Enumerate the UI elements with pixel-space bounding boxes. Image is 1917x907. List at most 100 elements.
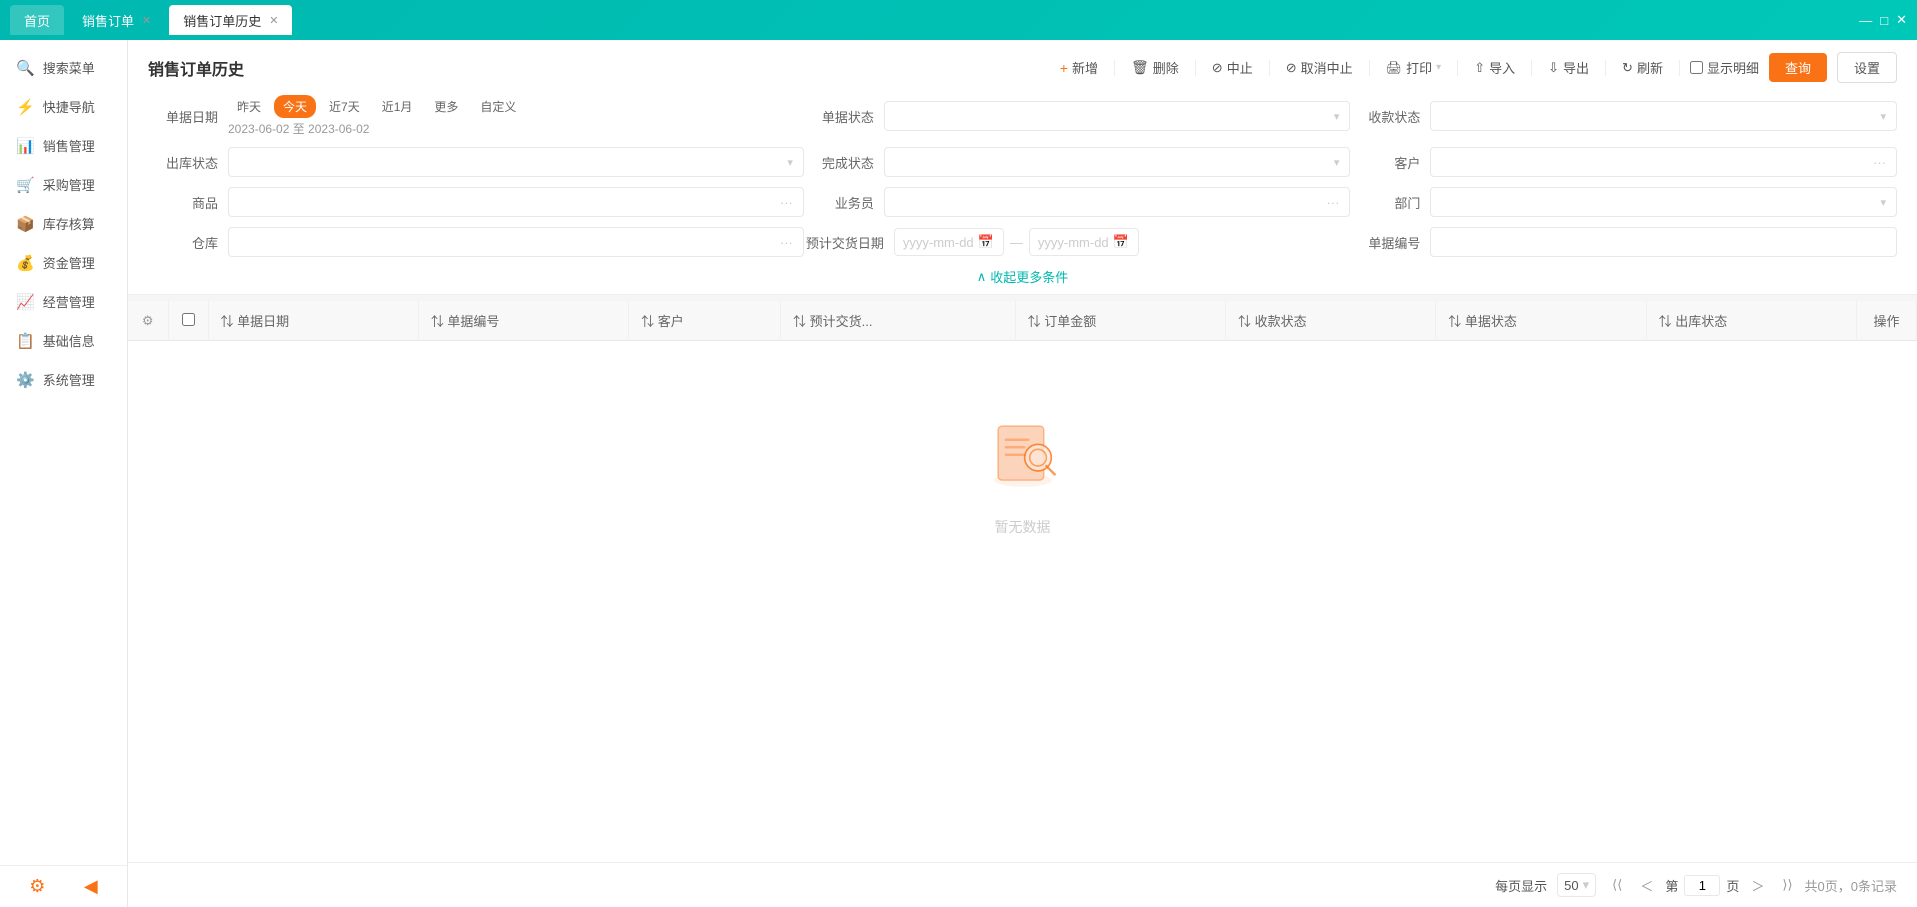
th-bill-no[interactable]: ⇅ 单据编号	[418, 301, 628, 341]
stop-button[interactable]: ⊘ 中止	[1206, 54, 1259, 81]
new-button[interactable]: + 新增	[1054, 54, 1104, 81]
page-size-arrow: ▾	[1583, 877, 1590, 893]
date-tag-custom[interactable]: 自定义	[471, 95, 525, 118]
expected-date-to[interactable]: yyyy-mm-dd 📅	[1029, 228, 1139, 256]
filter-col-complete-status: 完成状态 ▾	[804, 147, 1351, 177]
th-order-amount[interactable]: ⇅ 订单金额	[1015, 301, 1225, 341]
print-icon: 🖨	[1386, 60, 1403, 76]
window-minimize[interactable]: —	[1859, 13, 1872, 28]
table-header: ⚙ ⇅ 单据日期 ⇅ 单据编号 ⇅ 客户	[128, 301, 1917, 341]
display-cols-checkbox-label[interactable]: 显示明细	[1690, 58, 1759, 77]
tab-sales-order-close[interactable]: ✕	[142, 14, 151, 27]
sidebar-item-sales-mgmt[interactable]: 📊 销售管理	[0, 126, 127, 165]
import-label: 导入	[1489, 58, 1515, 77]
sidebar-item-operations[interactable]: 📈 经营管理	[0, 282, 127, 321]
th-receipt-status-label: ⇅ 收款状态	[1238, 314, 1307, 329]
bill-status-label: 单据状态	[804, 107, 884, 126]
filter-col-receipt-status: 收款状态 ▾	[1350, 101, 1897, 131]
complete-status-select[interactable]: ▾	[884, 147, 1351, 177]
first-page-button[interactable]: ⟨⟨	[1606, 875, 1628, 895]
sidebar-item-inventory[interactable]: 📦 库存核算	[0, 204, 127, 243]
sidebar-collapse-icon[interactable]: ◀	[84, 876, 98, 897]
divider-2	[1195, 60, 1196, 76]
date-tag-7days[interactable]: 近7天	[320, 95, 369, 118]
th-settings[interactable]: ⚙	[128, 301, 168, 341]
th-bill-date[interactable]: ⇅ 单据日期	[208, 301, 418, 341]
sidebar-item-search-menu[interactable]: 🔍 搜索菜单	[0, 48, 127, 87]
sidebar-item-basic-info[interactable]: 📋 基础信息	[0, 321, 127, 360]
settings-gear-icon[interactable]: ⚙	[142, 313, 154, 328]
sidebar-item-finance[interactable]: 💰 资金管理	[0, 243, 127, 282]
customer-input[interactable]: ···	[1430, 147, 1897, 177]
refresh-icon: ↻	[1622, 60, 1633, 76]
print-button[interactable]: 🖨 打印 ▾	[1380, 54, 1448, 81]
tab-sales-order[interactable]: 销售订单 ✕	[68, 5, 165, 35]
window-maximize[interactable]: □	[1880, 13, 1888, 28]
complete-status-arrow: ▾	[1334, 156, 1340, 169]
product-input[interactable]: ···	[228, 187, 804, 217]
divider-8	[1679, 60, 1680, 76]
page-size-select[interactable]: 50 ▾	[1557, 873, 1596, 897]
collapse-button[interactable]: ∧ 收起更多条件	[977, 267, 1069, 286]
cancel-stop-icon: ⊘	[1286, 60, 1297, 76]
cancel-stop-button[interactable]: ⊘ 取消中止	[1280, 54, 1359, 81]
date-tag-yesterday[interactable]: 昨天	[228, 95, 270, 118]
settings-button[interactable]: 设置	[1837, 52, 1897, 83]
salesperson-input[interactable]: ···	[884, 187, 1351, 217]
department-select[interactable]: ▾	[1430, 187, 1897, 217]
filter-col-customer: 客户 ···	[1350, 147, 1897, 177]
divider-7	[1605, 60, 1606, 76]
prev-page-button[interactable]: ＜	[1634, 874, 1659, 897]
date-tag-1month[interactable]: 近1月	[373, 95, 422, 118]
refresh-button[interactable]: ↻ 刷新	[1616, 54, 1669, 81]
delete-icon: 🗑	[1131, 59, 1149, 76]
window-close[interactable]: ✕	[1896, 12, 1907, 28]
expected-date-from[interactable]: yyyy-mm-dd 📅	[894, 228, 1004, 256]
th-bill-status[interactable]: ⇅ 单据状态	[1436, 301, 1646, 341]
select-all-checkbox[interactable]	[182, 313, 195, 326]
date-tag-today[interactable]: 今天	[274, 95, 316, 118]
divider-3	[1269, 60, 1270, 76]
th-receipt-status[interactable]: ⇅ 收款状态	[1225, 301, 1435, 341]
tab-sales-order-history[interactable]: 销售订单历史 ✕	[169, 5, 292, 35]
calendar-to-icon: 📅	[1113, 234, 1129, 250]
sidebar-settings-icon[interactable]: ⚙	[29, 876, 45, 897]
th-out-status[interactable]: ⇅ 出库状态	[1646, 301, 1856, 341]
tab-home[interactable]: 首页	[10, 5, 64, 35]
receipt-status-arrow: ▾	[1880, 110, 1886, 123]
stop-label: 中止	[1227, 58, 1253, 77]
bill-status-select[interactable]: ▾	[884, 101, 1351, 131]
last-page-button[interactable]: ⟩⟩	[1776, 875, 1798, 895]
sidebar-item-purchase-mgmt[interactable]: 🛒 采购管理	[0, 165, 127, 204]
expected-date-to-text: yyyy-mm-dd	[1038, 235, 1109, 250]
delete-button[interactable]: 🗑 删除	[1125, 54, 1185, 81]
filter-row-2: 出库状态 ▾ 完成状态 ▾ 客户 ···	[148, 147, 1897, 177]
total-text: 共0页，0条记录	[1805, 876, 1897, 895]
date-tag-more[interactable]: 更多	[425, 95, 467, 118]
sidebar-item-inventory-label: 库存核算	[43, 214, 95, 233]
tab-sales-order-history-close[interactable]: ✕	[269, 14, 278, 27]
sidebar-item-sales-mgmt-label: 销售管理	[43, 136, 95, 155]
sidebar-item-sys-mgmt[interactable]: ⚙️ 系统管理	[0, 360, 127, 399]
th-bill-date-label: ⇅ 单据日期	[221, 314, 290, 329]
product-dots: ···	[780, 195, 793, 210]
next-page-button[interactable]: ＞	[1745, 874, 1770, 897]
sidebar-item-quick-nav[interactable]: ⚡ 快捷导航	[0, 87, 127, 126]
export-button[interactable]: ⇩ 导出	[1542, 54, 1595, 81]
divider-1	[1114, 60, 1115, 76]
filter-col-department: 部门 ▾	[1350, 187, 1897, 217]
sidebar-bottom: ⚙ ◀	[0, 865, 127, 907]
th-customer[interactable]: ⇅ 客户	[629, 301, 781, 341]
th-expected-date[interactable]: ⇅ 预计交货...	[781, 301, 1016, 341]
sidebar-item-purchase-mgmt-label: 采购管理	[43, 175, 95, 194]
warehouse-input[interactable]: ···	[228, 227, 804, 257]
page-title-row: 销售订单历史 + 新增 🗑 删除 ⊘ 中止	[148, 52, 1897, 83]
out-status-select[interactable]: ▾	[228, 147, 804, 177]
display-cols-checkbox[interactable]	[1690, 61, 1703, 74]
query-button[interactable]: 查询	[1769, 53, 1827, 82]
th-check[interactable]	[168, 301, 208, 341]
current-page-input[interactable]	[1684, 875, 1720, 896]
receipt-status-select[interactable]: ▾	[1430, 101, 1897, 131]
import-button[interactable]: ⇧ 导入	[1468, 54, 1521, 81]
bill-no-input[interactable]	[1430, 227, 1897, 257]
